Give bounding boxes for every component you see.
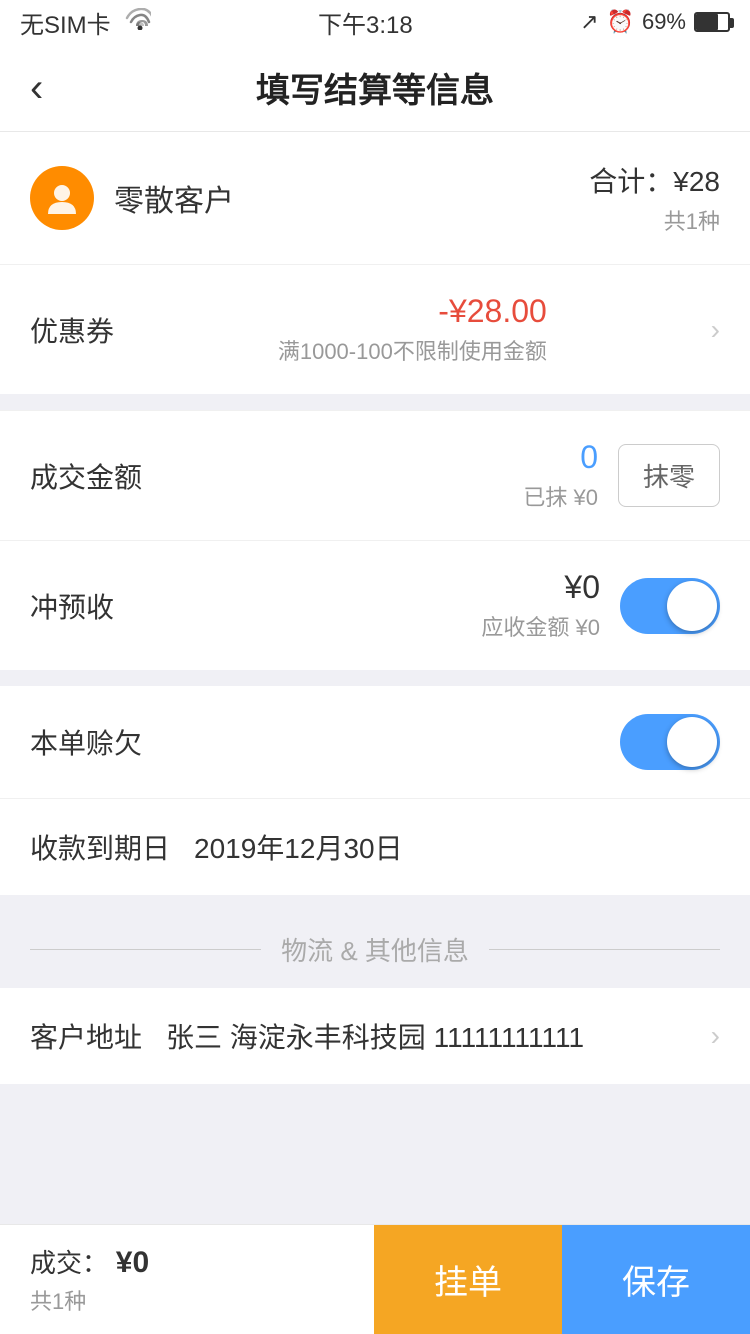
- deal-amount-card: 成交金额 0 已抹 ¥0 抹零 冲预收 ¥0 应收金额 ¥0: [0, 410, 750, 670]
- bottom-deal-label: 成交：: [30, 1248, 108, 1278]
- prepay-right: ¥0 应收金额 ¥0: [481, 569, 720, 642]
- coupon-desc: 满1000-100不限制使用金额: [278, 334, 547, 366]
- deal-value: 0: [523, 439, 598, 476]
- toggle-knob: [667, 581, 717, 631]
- content: 零散客户 合计：¥28 共1种 优惠券 -¥28.00 满1000-100不限制…: [0, 132, 750, 1220]
- prepay-value: ¥0: [481, 569, 600, 606]
- customer-card: 零散客户 合计：¥28 共1种 优惠券 -¥28.00 满1000-100不限制…: [0, 132, 750, 394]
- bottom-count: 共1种: [30, 1284, 344, 1316]
- logistics-label: 物流 & 其他信息: [281, 931, 469, 968]
- location-icon: ↗: [580, 9, 598, 35]
- debt-toggle[interactable]: [620, 714, 720, 770]
- deal-amount-row: 成交金额 0 已抹 ¥0 抹零: [0, 410, 750, 540]
- save-button-label: 保存: [622, 1255, 690, 1304]
- chevron-right-icon: ›: [711, 314, 720, 346]
- prepay-sub: 应收金额 ¥0: [481, 610, 600, 642]
- deal-amount-label: 成交金额: [30, 456, 142, 496]
- customer-left: 零散客户: [30, 166, 234, 230]
- status-right: ↗ ⏰ 69%: [580, 9, 730, 35]
- back-button[interactable]: ‹: [30, 68, 43, 108]
- prepay-value-wrap: ¥0 应收金额 ¥0: [481, 569, 600, 642]
- alarm-icon: ⏰: [607, 9, 634, 35]
- due-date-value: 2019年12月30日: [194, 827, 403, 867]
- deal-right: 0 已抹 ¥0 抹零: [523, 439, 720, 512]
- divider-line-right: [489, 949, 720, 950]
- bottom-info: 成交： ¥0 共1种: [0, 1225, 374, 1334]
- customer-row: 零散客户 合计：¥28 共1种: [0, 132, 750, 264]
- due-date-label: 收款到期日: [30, 827, 170, 867]
- customer-name: 零散客户: [114, 176, 234, 220]
- sim-status: 无SIM卡: [20, 5, 111, 40]
- page-title: 填写结算等信息: [256, 63, 494, 112]
- debt-toggle-knob: [667, 717, 717, 767]
- prepay-toggle[interactable]: [620, 578, 720, 634]
- bottom-deal-line: 成交： ¥0: [30, 1243, 344, 1280]
- divider-line-left: [30, 949, 261, 950]
- deal-value-wrap: 0 已抹 ¥0: [523, 439, 598, 512]
- pending-button-label: 挂单: [434, 1255, 502, 1304]
- coupon-row[interactable]: 优惠券 -¥28.00 满1000-100不限制使用金额 ›: [0, 264, 750, 394]
- save-button[interactable]: 保存: [562, 1225, 750, 1334]
- battery-icon: [694, 12, 730, 32]
- debt-label: 本单赊欠: [30, 722, 142, 762]
- coupon-right: -¥28.00 满1000-100不限制使用金额: [278, 293, 547, 366]
- coupon-amount: -¥28.00: [278, 293, 547, 330]
- deal-sub: 已抹 ¥0: [523, 480, 598, 512]
- logistics-divider: 物流 & 其他信息: [0, 911, 750, 988]
- prepay-label: 冲预收: [30, 586, 114, 626]
- status-left: 无SIM卡: [20, 5, 151, 40]
- address-label: 客户地址: [30, 1016, 142, 1056]
- coupon-label: 优惠券: [30, 310, 114, 350]
- status-time: 下午3:18: [318, 5, 413, 40]
- bottom-deal-value: ¥0: [116, 1246, 149, 1279]
- pending-button[interactable]: 挂单: [374, 1225, 562, 1334]
- address-card: 客户地址 张三 海淀永丰科技园 11111111111 ›: [0, 988, 750, 1084]
- address-chevron-icon: ›: [711, 1020, 720, 1052]
- wifi-icon: [121, 8, 151, 37]
- prepay-row: 冲预收 ¥0 应收金额 ¥0: [0, 540, 750, 670]
- total-count: 共1种: [589, 204, 720, 236]
- debt-row: 本单赊欠: [0, 686, 750, 798]
- bottom-bar: 成交： ¥0 共1种 挂单 保存: [0, 1224, 750, 1334]
- round-zero-button[interactable]: 抹零: [618, 444, 720, 507]
- battery-percentage: 69%: [642, 9, 686, 35]
- address-row[interactable]: 客户地址 张三 海淀永丰科技园 11111111111 ›: [0, 988, 750, 1084]
- address-left: 客户地址 张三 海淀永丰科技园 11111111111: [30, 1016, 584, 1056]
- due-date-row: 收款到期日 2019年12月30日: [0, 798, 750, 895]
- debt-card: 本单赊欠 收款到期日 2019年12月30日: [0, 686, 750, 895]
- total-amount: 合计：¥28: [589, 160, 720, 200]
- nav-bar: ‹ 填写结算等信息: [0, 44, 750, 132]
- customer-total: 合计：¥28 共1种: [589, 160, 720, 236]
- address-value: 张三 海淀永丰科技园 11111111111: [166, 1016, 584, 1056]
- status-bar: 无SIM卡 下午3:18 ↗ ⏰ 69%: [0, 0, 750, 44]
- avatar: [30, 166, 94, 230]
